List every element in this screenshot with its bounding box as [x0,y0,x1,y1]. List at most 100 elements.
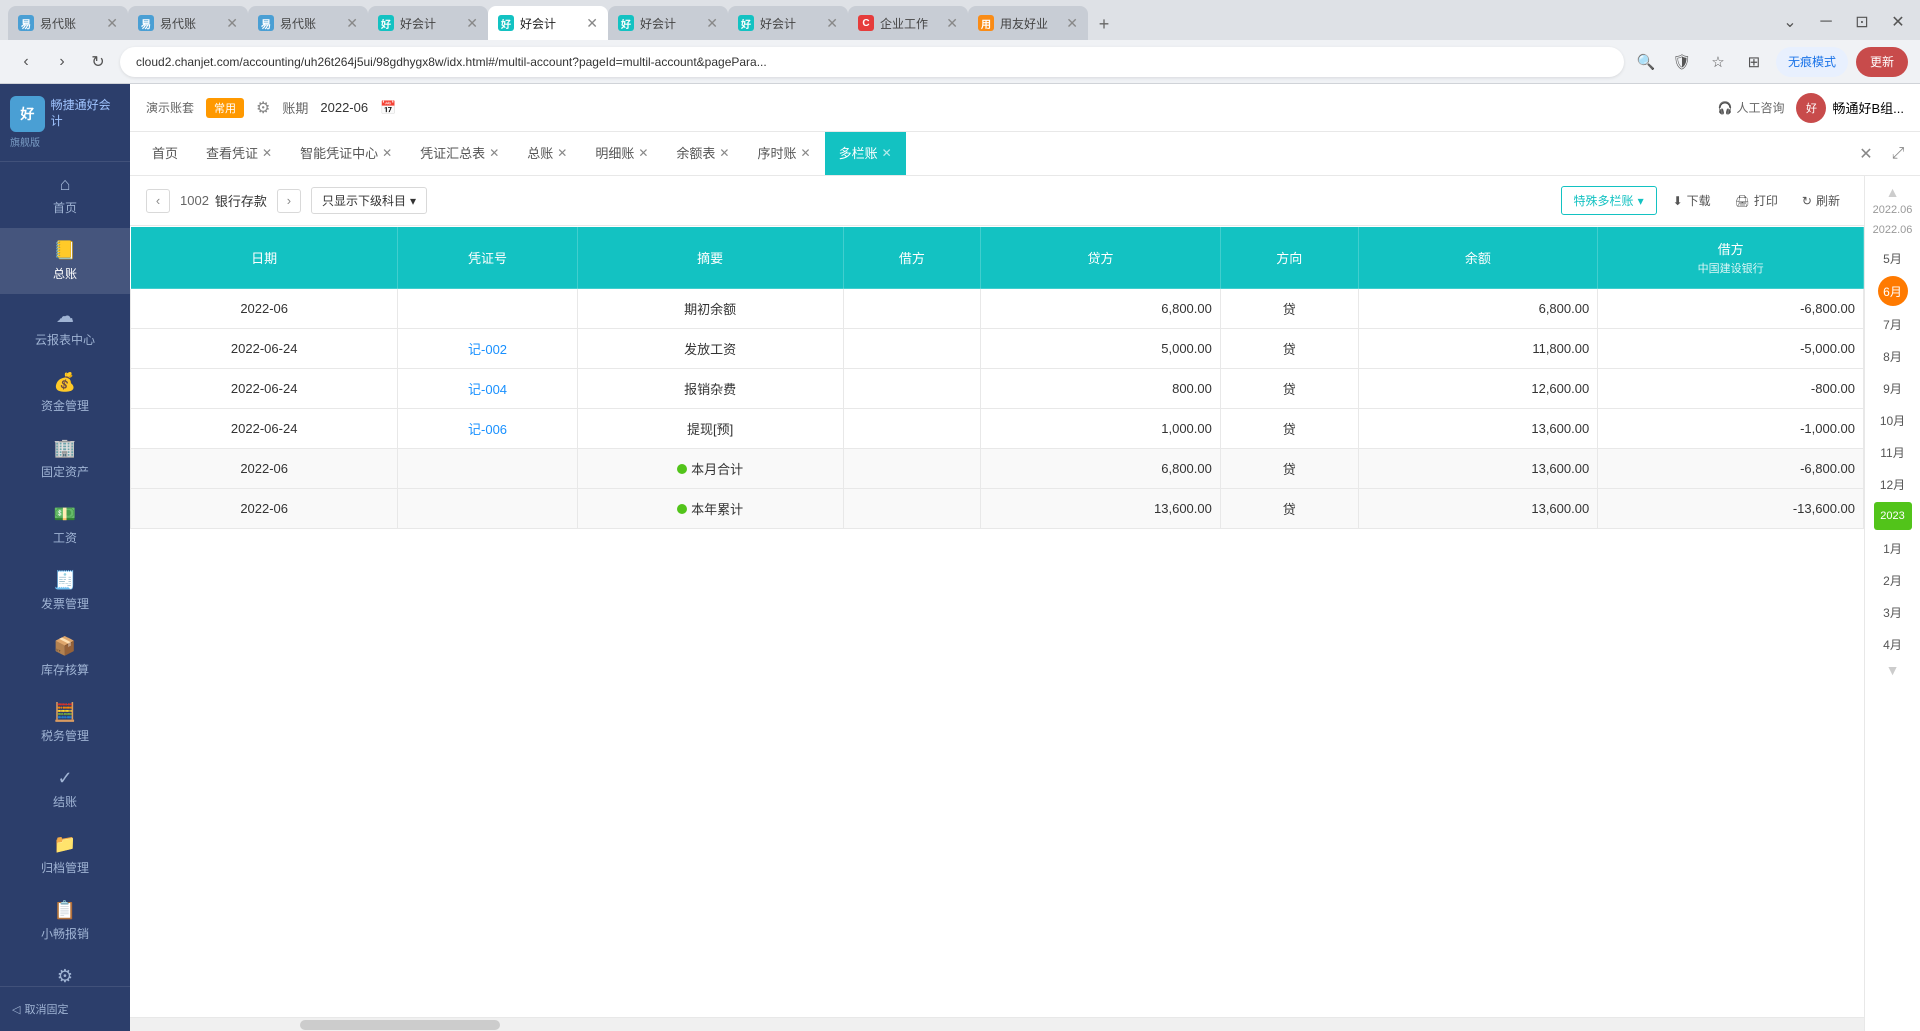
tab-close-9[interactable]: ✕ [1066,15,1078,32]
page-tab-detail[interactable]: 明细账 ✕ [581,132,662,176]
minimize-pane-icon[interactable]: ✕ [1852,140,1880,168]
search-icon[interactable]: 🔍 [1632,48,1660,76]
sidebar-item-archive[interactable]: 📁 归档管理 [0,822,130,888]
month-item-8[interactable]: 8月 [1872,342,1914,370]
back-button[interactable]: ‹ [12,48,40,76]
page-tab-voucher-close[interactable]: ✕ [262,146,272,160]
update-button[interactable]: 更新 [1856,47,1908,77]
tab-list-button[interactable]: ⌄ [1776,8,1804,36]
subcategory-filter[interactable]: 只显示下级科目 ▾ [311,187,427,214]
sidebar-item-assets[interactable]: 🏢 固定资产 [0,426,130,492]
browser-tab-8[interactable]: C 企业工作 ✕ [848,6,968,40]
month-item-2023-1[interactable]: 1月 [1872,534,1914,562]
tab-close-4[interactable]: ✕ [466,15,478,32]
restore-button[interactable]: ⊡ [1848,8,1876,36]
page-tab-home[interactable]: 首页 [138,132,192,176]
browser-tab-3[interactable]: 易 易代账 ✕ [248,6,368,40]
month-item-10[interactable]: 10月 [1872,406,1914,434]
sidebar-item-expense[interactable]: 📋 小畅报销 [0,888,130,954]
refresh-button[interactable]: ↻ 刷新 [1794,187,1848,214]
address-input[interactable] [120,47,1624,77]
sidebar-item-invoice[interactable]: 🧾 发票管理 [0,558,130,624]
month-item-12[interactable]: 12月 [1872,470,1914,498]
minimize-button[interactable]: ─ [1812,8,1840,36]
new-tab-button[interactable]: + [1088,8,1120,40]
ledger-icon: 📒 [54,240,76,261]
browser-tab-1[interactable]: 易 易代账 ✕ [8,6,128,40]
browser-tab-5[interactable]: 好 好会计 ✕ [488,6,608,40]
sidebar-item-home[interactable]: ⌂ 首页 [0,162,130,228]
cell-voucher[interactable]: 记-006 [398,409,577,449]
next-account-button[interactable]: › [277,189,301,213]
page-tab-summary[interactable]: 凭证汇总表 ✕ [406,132,513,176]
cell-voucher[interactable]: 记-004 [398,369,577,409]
tab-close-1[interactable]: ✕ [106,15,118,32]
browser-tab-6[interactable]: 好 好会计 ✕ [608,6,728,40]
close-browser-button[interactable]: ✕ [1884,8,1912,36]
sidebar-item-reports[interactable]: ☁ 云报表中心 [0,294,130,360]
scroll-down-arrow[interactable]: ▼ [1886,662,1900,678]
sidebar-item-tax[interactable]: 🧮 税务管理 [0,690,130,756]
sidebar-item-salary[interactable]: 💵 工资 [0,492,130,558]
shield-icon[interactable]: 🛡 [1668,48,1696,76]
browser-tab-9[interactable]: 用 用友好业 ✕ [968,6,1088,40]
page-tab-journal[interactable]: 序时账 ✕ [743,132,824,176]
browser-tab-4[interactable]: 好 好会计 ✕ [368,6,488,40]
forward-button[interactable]: › [48,48,76,76]
page-tab-journal-close[interactable]: ✕ [801,146,811,160]
reload-button[interactable]: ↻ [84,48,112,76]
month-item-2023-2[interactable]: 2月 [1872,566,1914,594]
unpin-button[interactable]: ◁ 取消固定 [8,995,122,1023]
tab-close-7[interactable]: ✕ [826,15,838,32]
tab-close-2[interactable]: ✕ [226,15,238,32]
consult-button[interactable]: 🎧 人工咨询 [1718,99,1785,116]
page-tab-detail-close[interactable]: ✕ [638,146,648,160]
sidebar-item-settings[interactable]: ⚙ 基础设置 [0,954,130,986]
month-item-9[interactable]: 9月 [1872,374,1914,402]
calendar-icon[interactable]: 📅 [380,100,396,116]
month-item-6[interactable]: 6月 [1878,276,1908,306]
sidebar-label-close: 结账 [53,793,77,810]
tab-close-3[interactable]: ✕ [346,15,358,32]
expand-pane-icon[interactable]: ⤢ [1884,140,1912,168]
sidebar-item-ledger[interactable]: 📒 总账 [0,228,130,294]
month-item-5[interactable]: 5月 [1872,244,1914,272]
page-tab-balance-close[interactable]: ✕ [719,146,729,160]
cell-voucher[interactable]: 记-002 [398,329,577,369]
month-item-7[interactable]: 7月 [1872,310,1914,338]
tab-close-5[interactable]: ✕ [586,15,598,32]
company-tag-badge[interactable]: 常用 [206,98,244,118]
star-icon[interactable]: ☆ [1704,48,1732,76]
page-tab-multicolumn-close[interactable]: ✕ [882,146,892,160]
scroll-up-arrow[interactable]: ▲ [1886,184,1900,200]
browser-tab-7[interactable]: 好 好会计 ✕ [728,6,848,40]
month-item-2023-4[interactable]: 4月 [1872,630,1914,658]
page-tab-summary-close[interactable]: ✕ [489,146,499,160]
print-button[interactable]: 🖨 打印 [1727,187,1786,214]
prev-account-button[interactable]: ‹ [146,189,170,213]
sidebar-item-inventory[interactable]: 📦 库存核算 [0,624,130,690]
sidebar-item-close[interactable]: ✓ 结账 [0,756,130,822]
special-multicolumn-button[interactable]: 特殊多栏账 ▾ [1561,186,1657,215]
page-tab-general-close[interactable]: ✕ [557,146,567,160]
sidebar-item-funds[interactable]: 💰 资金管理 [0,360,130,426]
page-tab-voucher[interactable]: 查看凭证 ✕ [192,132,286,176]
tab-close-6[interactable]: ✕ [706,15,718,32]
page-tab-general[interactable]: 总账 ✕ [513,132,581,176]
page-tab-smart-close[interactable]: ✕ [382,146,392,160]
browser-tab-2[interactable]: 易 易代账 ✕ [128,6,248,40]
page-tab-balance[interactable]: 余额表 ✕ [662,132,743,176]
page-tab-smart[interactable]: 智能凭证中心 ✕ [286,132,406,176]
download-button[interactable]: ⬇ 下载 [1665,187,1719,214]
company-settings-icon[interactable]: ⚙ [256,98,270,118]
scroll-thumb[interactable] [300,1020,500,1030]
tab-close-8[interactable]: ✕ [946,15,958,32]
page-tab-multicolumn[interactable]: 多栏账 ✕ [825,132,906,176]
horizontal-scrollbar[interactable] [130,1017,1864,1031]
tab-icon-4: 好 [378,15,394,31]
month-item-2023-3[interactable]: 3月 [1872,598,1914,626]
month-item-11[interactable]: 11月 [1872,438,1914,466]
profile-button[interactable]: 无痕模式 [1776,47,1848,77]
user-avatar[interactable]: 好 畅通好B组... [1796,93,1904,123]
extension-icon[interactable]: ⊞ [1740,48,1768,76]
